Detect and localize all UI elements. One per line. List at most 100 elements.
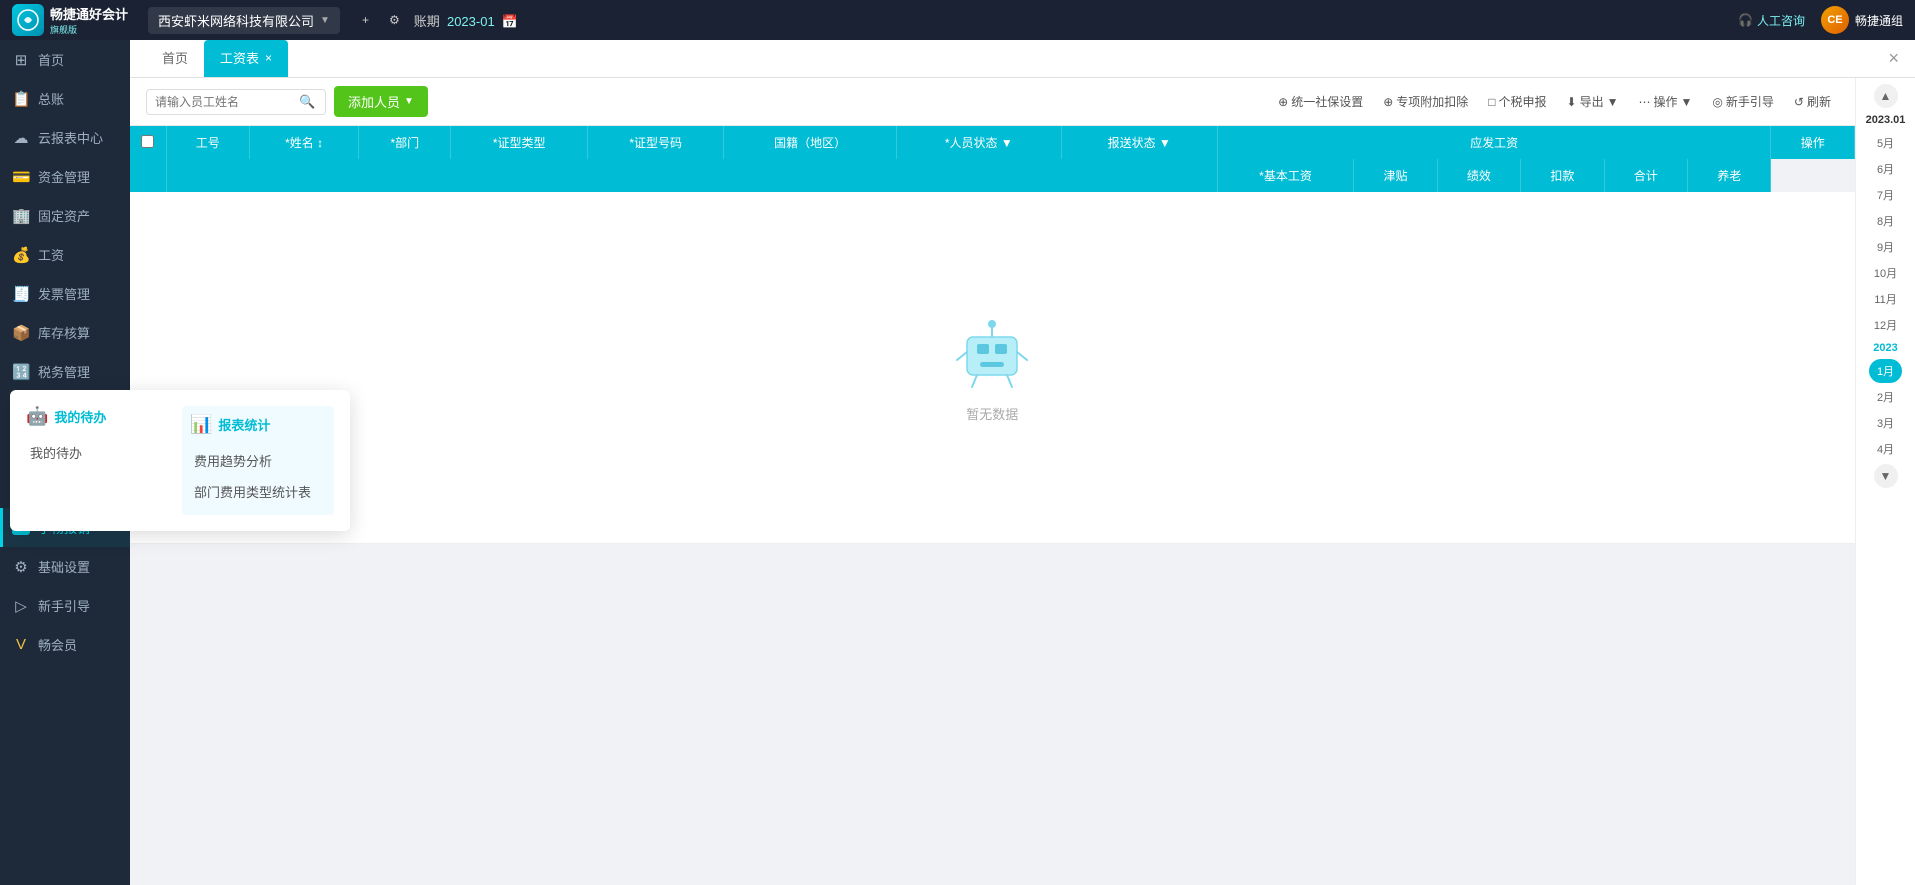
timeline-month-7[interactable]: 7月	[1869, 183, 1902, 207]
operate-button[interactable]: ⋯ 操作 ▼	[1631, 89, 1701, 114]
th-employee-id: 工号	[166, 126, 249, 159]
empty-cell: 暂无数据	[130, 192, 1855, 544]
logo-svg	[17, 9, 39, 31]
th-salary-group: 应发工资	[1217, 126, 1771, 159]
timeline-month-12[interactable]: 12月	[1866, 313, 1905, 337]
add-employee-button[interactable]: 添加人员 ▼	[334, 86, 428, 117]
timeline-month-11[interactable]: 11月	[1866, 287, 1904, 311]
timeline-up-button[interactable]: ▲	[1874, 84, 1898, 108]
timeline-month-6[interactable]: 6月	[1869, 157, 1902, 181]
sidebar-item-guide[interactable]: ▷ 新手引导	[0, 586, 130, 625]
support-button[interactable]: 🎧 人工咨询	[1738, 12, 1805, 29]
top-bar-actions: + ⚙	[356, 11, 406, 29]
company-selector[interactable]: 西安虾米网络科技有限公司 ▼	[148, 7, 340, 34]
tab-salary[interactable]: 工资表 ×	[204, 40, 288, 77]
th-dept: *部门	[359, 126, 451, 159]
timeline-month-9[interactable]: 9月	[1869, 235, 1902, 259]
th-nationality: 国籍（地区）	[724, 126, 896, 159]
deduction-button[interactable]: ⊕ 专项附加扣除	[1375, 89, 1476, 114]
logo-title: 畅捷通好会计	[50, 4, 128, 23]
timeline-month-3[interactable]: 3月	[1869, 411, 1902, 435]
social-insurance-button[interactable]: ⊕ 统一社保设置	[1270, 89, 1371, 114]
sidebar-label-tax: 税务管理	[38, 362, 90, 381]
popup-item-trend[interactable]: 费用趋势分析	[190, 445, 326, 476]
timeline-month-2[interactable]: 2月	[1869, 385, 1902, 409]
sidebar-item-home[interactable]: ⊞ 首页	[0, 40, 130, 79]
th-name: *姓名 ↕	[249, 126, 358, 159]
popup-item-dept-stats[interactable]: 部门费用类型统计表	[190, 476, 326, 507]
sidebar-item-reports[interactable]: ☁ 云报表中心	[0, 118, 130, 157]
tab-home[interactable]: 首页	[146, 40, 204, 77]
sidebar-item-inventory[interactable]: 📦 库存核算	[0, 313, 130, 352]
timeline-2023-label: 2023	[1869, 338, 1901, 358]
sidebar-item-ledger[interactable]: 📋 总账	[0, 79, 130, 118]
sidebar-label-salary: 工资	[38, 245, 64, 264]
th-checkbox[interactable]	[130, 126, 166, 159]
tab-close-icon[interactable]: ×	[265, 51, 272, 65]
export-button[interactable]: ⬇ 导出 ▼	[1559, 89, 1627, 114]
social-icon: ⊕	[1278, 95, 1288, 109]
settings-button[interactable]: ⚙	[383, 11, 406, 29]
fund-icon: 💳	[12, 168, 30, 186]
search-icon[interactable]: 🔍	[299, 94, 315, 110]
table-wrap: 工号 *姓名 ↕ *部门 *证型类型 *证型号码 国籍（地区） *人员状态 ▼ …	[130, 126, 1855, 885]
timeline-month-4[interactable]: 4月	[1869, 437, 1902, 461]
deduct-icon: ⊕	[1383, 95, 1393, 109]
close-all-button[interactable]: ×	[1888, 48, 1899, 69]
popup-col-todo: 🤖 我的待办 我的待办	[26, 406, 162, 515]
tax-icon: □	[1488, 95, 1495, 109]
content-area: 首页 工资表 × × 🔍	[130, 40, 1915, 885]
sidebar-label-inventory: 库存核算	[38, 323, 90, 342]
th-id-number: *证型号码	[587, 126, 724, 159]
basic-icon: ⚙	[12, 558, 30, 576]
timeline-month-1-current[interactable]: 1月	[1869, 359, 1902, 383]
sidebar-label-basic: 基础设置	[38, 557, 90, 576]
right-panel: ▲ 2023.01 5月 6月 7月 8月 9月 10月 11月 12月 202…	[1855, 78, 1915, 885]
th-base-salary: *基本工资	[1217, 159, 1354, 192]
search-input[interactable]	[155, 95, 295, 109]
salary-table: 工号 *姓名 ↕ *部门 *证型类型 *证型号码 国籍（地区） *人员状态 ▼ …	[130, 126, 1855, 544]
timeline-month-10[interactable]: 10月	[1866, 261, 1905, 285]
salary-icon: 💰	[12, 246, 30, 264]
empty-text: 暂无数据	[966, 404, 1018, 423]
sidebar-item-salary[interactable]: 💰 工资	[0, 235, 130, 274]
todo-icon: 🤖	[26, 406, 48, 427]
sidebar-label-reports: 云报表中心	[38, 128, 103, 147]
popup-columns: 🤖 我的待办 我的待办 📊 报表统计 费用趋势分析 部门费用类型统计表	[26, 406, 334, 515]
operate-icon: ⋯	[1639, 95, 1651, 109]
popup-item-my-todo[interactable]: 我的待办	[26, 437, 162, 468]
new-guide-button[interactable]: ◎ 新手引导	[1704, 89, 1782, 114]
timeline-month-8[interactable]: 8月	[1869, 209, 1902, 233]
export-icon: ⬇	[1567, 95, 1577, 109]
sidebar-item-basic[interactable]: ⚙ 基础设置	[0, 547, 130, 586]
user-area[interactable]: CE 畅捷通组	[1821, 6, 1903, 34]
empty-icon	[952, 312, 1032, 392]
app-layout: 畅捷通好会计 旗舰版 西安虾米网络科技有限公司 ▼ + ⚙ 账期 2023-01…	[0, 0, 1915, 885]
timeline-month-5[interactable]: 5月	[1869, 131, 1902, 155]
add-arrow-icon: ▼	[404, 96, 414, 107]
timeline-down-button[interactable]: ▼	[1874, 464, 1898, 488]
invoice-icon: 🧾	[12, 285, 30, 303]
top-bar: 畅捷通好会计 旗舰版 西安虾米网络科技有限公司 ▼ + ⚙ 账期 2023-01…	[0, 0, 1915, 40]
user-name: 畅捷通组	[1855, 12, 1903, 29]
calendar-icon[interactable]: 📅	[502, 14, 518, 29]
th-status: *人员状态 ▼	[896, 126, 1061, 159]
sidebar-item-invoice[interactable]: 🧾 发票管理	[0, 274, 130, 313]
sidebar-item-tax[interactable]: 🔢 税务管理	[0, 352, 130, 391]
tax-report-button[interactable]: □ 个税申报	[1480, 89, 1554, 114]
logo-subtitle: 旗舰版	[50, 23, 128, 36]
logo-area: 畅捷通好会计 旗舰版	[12, 4, 128, 36]
select-all-checkbox[interactable]	[141, 135, 154, 148]
add-button[interactable]: +	[356, 11, 375, 29]
table-header-row1: 工号 *姓名 ↕ *部门 *证型类型 *证型号码 国籍（地区） *人员状态 ▼ …	[130, 126, 1855, 159]
inner-content: 🔍 添加人员 ▼ ⊕ 统一社保设置 ⊕	[130, 78, 1915, 885]
th-pension: 养老	[1688, 159, 1771, 192]
company-arrow-icon: ▼	[320, 15, 330, 26]
refresh-button[interactable]: ↺ 刷新	[1786, 89, 1839, 114]
sidebar-item-assets[interactable]: 🏢 固定资产	[0, 196, 130, 235]
guide-icon: ▷	[12, 597, 30, 615]
sidebar-item-fund[interactable]: 💳 资金管理	[0, 157, 130, 196]
toolbar-actions: ⊕ 统一社保设置 ⊕ 专项附加扣除 □ 个税申报	[1270, 89, 1839, 114]
sidebar-label-home: 首页	[38, 50, 64, 69]
sidebar-item-member[interactable]: V 畅会员	[0, 625, 130, 664]
